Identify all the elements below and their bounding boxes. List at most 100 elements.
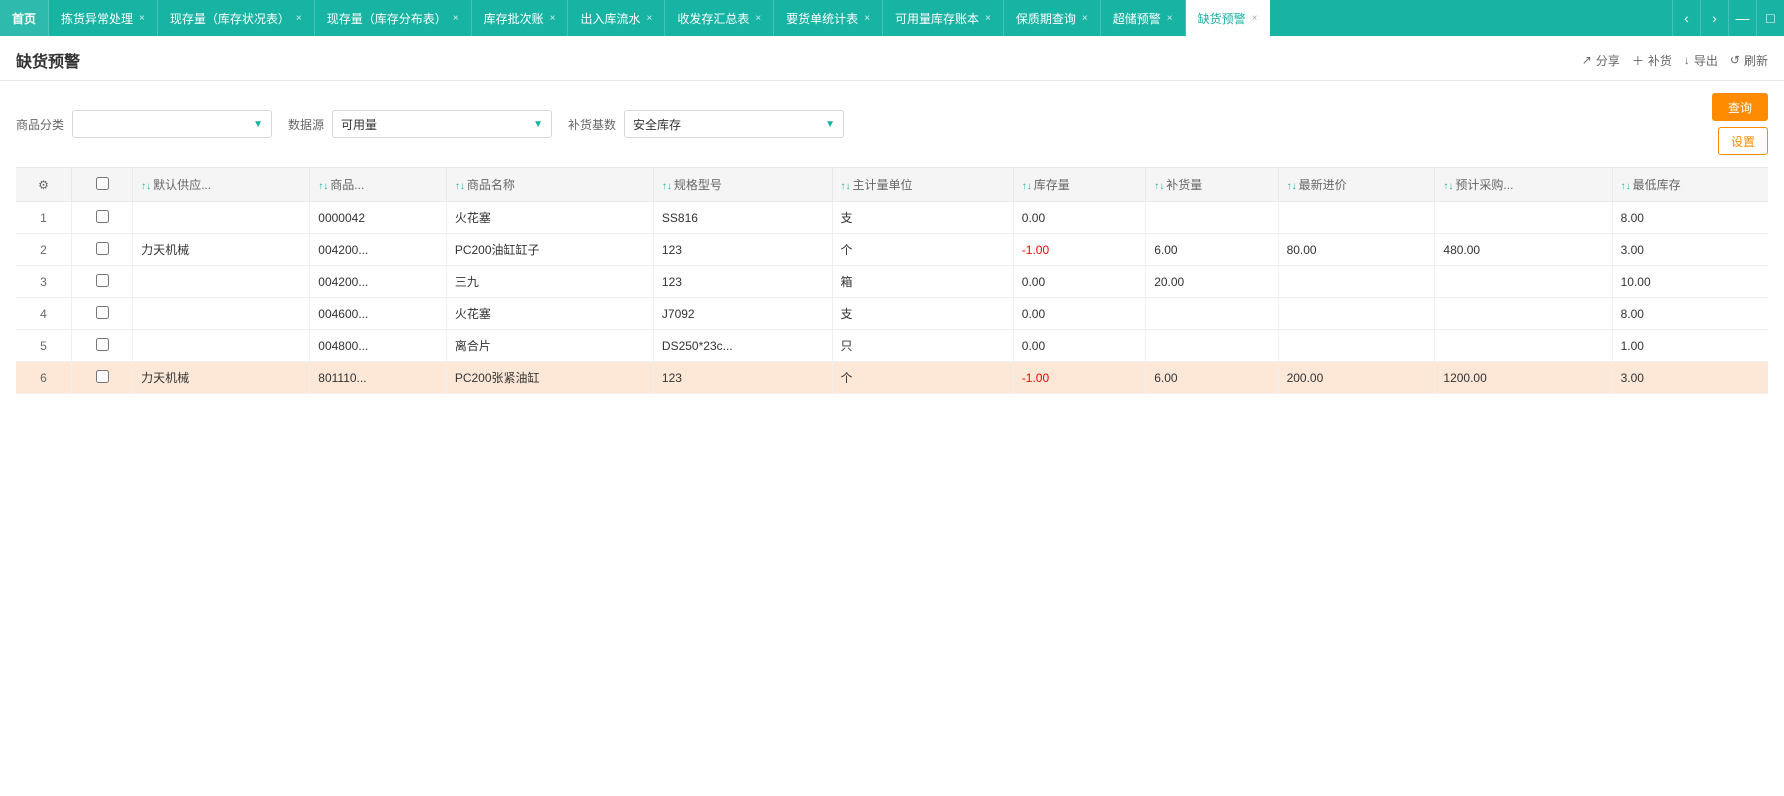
nav-controls: ‹ › — □ [1672,0,1784,36]
row-select-checkbox-0[interactable] [96,210,109,223]
sort-icon-stock: ↑↓ [1022,181,1032,192]
replenish-base-value: 安全库存 [633,116,681,133]
cell-default_supplier-5: 力天机械 [133,362,310,394]
cell-product_code-4: 004800... [310,330,447,362]
col-header-product_name[interactable]: ↑↓商品名称 [446,168,653,202]
refresh-button[interactable]: ↺ 刷新 [1730,52,1768,69]
table-row: 5004800...离合片DS250*23c...只0.001.00 [16,330,1768,362]
row-checkbox-0[interactable] [72,202,133,234]
datasource-value: 可用量 [341,116,377,133]
nav-tab-overstock[interactable]: 超储预警× [1101,0,1186,36]
nav-tab-shortage[interactable]: 缺货预警× [1186,0,1271,36]
row-checkbox-2[interactable] [72,266,133,298]
nav-tab-label-batch-account: 库存批次账 [484,10,544,27]
row-select-checkbox-3[interactable] [96,306,109,319]
export-button[interactable]: ↓ 导出 [1684,52,1718,69]
col-header-default_supplier[interactable]: ↑↓默认供应... [133,168,310,202]
cell-product_code-3: 004600... [310,298,447,330]
cell-product_name-3: 火花塞 [446,298,653,330]
col-header-spec[interactable]: ↑↓规格型号 [653,168,832,202]
row-select-checkbox-2[interactable] [96,274,109,287]
cell-default_supplier-0 [133,202,310,234]
nav-tab-close-inventory-dist[interactable]: × [453,13,459,24]
select-all-checkbox[interactable] [96,177,109,190]
nav-tab-close-abnormal[interactable]: × [139,13,145,24]
replenish-base-filter-group: 补货基数 安全库存 ▼ [568,110,844,138]
sort-icon-product_name: ↑↓ [455,181,465,192]
row-select-checkbox-5[interactable] [96,370,109,383]
refresh-label: 刷新 [1744,52,1768,69]
header-actions: ↗ 分享 ＋ 补货 ↓ 导出 ↺ 刷新 [1582,52,1768,69]
row-checkbox-4[interactable] [72,330,133,362]
cell-default_supplier-2 [133,266,310,298]
nav-maximize-button[interactable]: □ [1756,0,1784,36]
nav-tab-close-recv-summary[interactable]: × [755,13,761,24]
nav-tab-close-inout-flow[interactable]: × [646,13,652,24]
cell-product_name-4: 离合片 [446,330,653,362]
table-row: 4004600...火花塞J7092支0.008.00 [16,298,1768,330]
row-checkbox-1[interactable] [72,234,133,266]
nav-tab-inventory-dist[interactable]: 现存量（库存分布表）× [315,0,472,36]
data-table: ⚙↑↓默认供应...↑↓商品...↑↓商品名称↑↓规格型号↑↓主计量单位↑↓库存… [16,167,1768,394]
row-select-checkbox-4[interactable] [96,338,109,351]
col-label-replenish_qty: 补货量 [1166,178,1202,192]
cell-min_stock-5: 3.00 [1612,362,1768,394]
nav-tab-close-batch-account[interactable]: × [550,13,556,24]
col-header-latest_price[interactable]: ↑↓最新进价 [1278,168,1435,202]
cell-spec-3: J7092 [653,298,832,330]
row-num-1: 2 [16,234,72,266]
cell-product_code-1: 004200... [310,234,447,266]
settings-gear-icon[interactable]: ⚙ [38,178,49,192]
category-label: 商品分类 [16,116,64,133]
nav-tab-batch-account[interactable]: 库存批次账 × [472,0,569,36]
row-num-2: 3 [16,266,72,298]
nav-tab-label-expiry-query: 保质期查询 [1016,10,1076,27]
nav-tab-expiry-query[interactable]: 保质期查询 × [1004,0,1101,36]
nav-tab-close-available-ledger[interactable]: × [985,13,991,24]
nav-tab-close-shortage[interactable]: × [1252,13,1258,24]
nav-tab-recv-summary[interactable]: 收发存汇总表 × [665,0,774,36]
nav-tab-abnormal[interactable]: 拣货异常处理× [49,0,158,36]
query-button[interactable]: 查询 [1712,93,1768,121]
nav-tab-label-recv-summary: 收发存汇总表 [677,10,749,27]
nav-prev-button[interactable]: ‹ [1672,0,1700,36]
cell-replenish_qty-1: 6.00 [1146,234,1278,266]
nav-minimize-button[interactable]: — [1728,0,1756,36]
replenish-button[interactable]: ＋ 补货 [1632,52,1672,69]
col-header-min_stock[interactable]: ↑↓最低库存 [1612,168,1768,202]
col-header-stock[interactable]: ↑↓库存量 [1013,168,1145,202]
replenish-base-select[interactable]: 安全库存 ▼ [624,110,844,138]
cell-product_code-2: 004200... [310,266,447,298]
cell-default_supplier-3 [133,298,310,330]
share-label: 分享 [1596,52,1620,69]
col-label-unit: 主计量单位 [853,178,913,192]
row-num-4: 5 [16,330,72,362]
sort-icon-est_purchase: ↑↓ [1443,181,1453,192]
nav-tab-requisition-stat[interactable]: 要货单统计表× [774,0,883,36]
nav-tab-available-ledger[interactable]: 可用量库存账本× [883,0,1004,36]
col-header-est_purchase[interactable]: ↑↓预计采购... [1435,168,1612,202]
nav-tab-home[interactable]: 首页 [0,0,49,36]
cell-unit-5: 个 [832,362,1013,394]
col-header-replenish_qty[interactable]: ↑↓补货量 [1146,168,1278,202]
nav-tab-close-overstock[interactable]: × [1167,13,1173,24]
nav-tab-inout-flow[interactable]: 出入库流水× [568,0,665,36]
datasource-select[interactable]: 可用量 ▼ [332,110,552,138]
row-checkbox-5[interactable] [72,362,133,394]
col-header-unit[interactable]: ↑↓主计量单位 [832,168,1013,202]
nav-tab-close-inventory-status[interactable]: × [296,13,302,24]
row-checkbox-3[interactable] [72,298,133,330]
nav-tab-close-expiry-query[interactable]: × [1082,13,1088,24]
col-header-product_code[interactable]: ↑↓商品... [310,168,447,202]
settings-button[interactable]: 设置 [1718,127,1768,155]
row-select-checkbox-1[interactable] [96,242,109,255]
nav-tab-inventory-status[interactable]: 现存量（库存状况表）× [158,0,315,36]
nav-tab-close-requisition-stat[interactable]: × [864,13,870,24]
share-button[interactable]: ↗ 分享 [1582,52,1620,69]
category-select[interactable]: ▼ [72,110,272,138]
nav-next-button[interactable]: › [1700,0,1728,36]
cell-latest_price-5: 200.00 [1278,362,1435,394]
sort-icon-spec: ↑↓ [662,181,672,192]
sort-icon-latest_price: ↑↓ [1287,181,1297,192]
cell-spec-5: 123 [653,362,832,394]
